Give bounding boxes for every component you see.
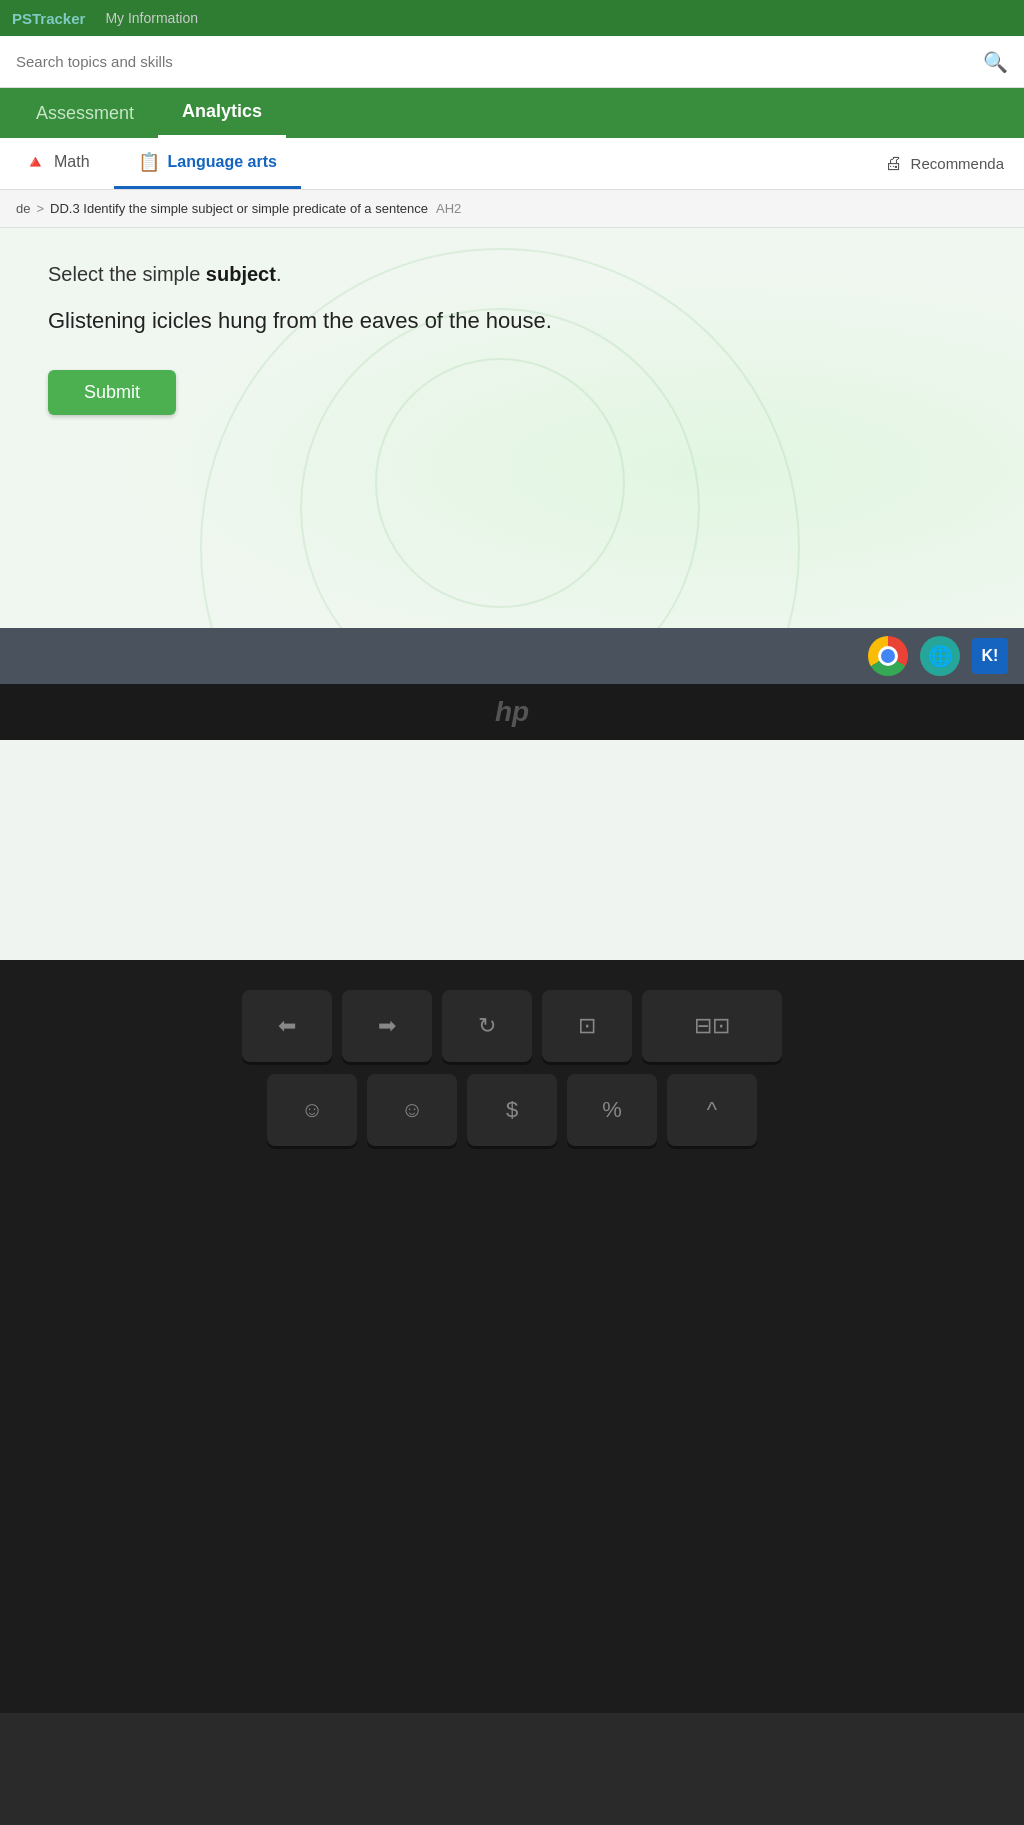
chrome-icon[interactable] [868,636,908,676]
search-input[interactable] [16,53,975,70]
decorative-background [0,228,1024,628]
key-back[interactable]: ⬅ [242,990,332,1062]
tab-analytics[interactable]: Analytics [158,88,286,138]
key-emoji-1[interactable]: ☺ [267,1074,357,1146]
tab-recommendations[interactable]: 🖨 Recommenda [865,138,1024,189]
nav-tabs: Assessment Analytics [0,88,1024,138]
key-forward[interactable]: ➡ [342,990,432,1062]
prompt-after: . [276,263,282,285]
tab-language-arts-label: Language arts [168,153,277,171]
subject-tabs: 🔺 Math 📋 Language arts 🖨 Recommenda [0,138,1024,190]
breadcrumb-skill[interactable]: DD.3 Identify the simple subject or simp… [50,201,428,216]
screen: PSTracker My Information 🔍 Assessment An… [0,0,1024,960]
key-emoji-2[interactable]: ☺ [367,1074,457,1146]
math-icon: 🔺 [24,151,46,173]
keyboard-area: ⬅ ➡ ↻ ⊡ ⊟⊡ ☺ ☺ $ % ^ [0,960,1024,1713]
dec-circle-1 [200,248,800,628]
key-percent[interactable]: % [567,1074,657,1146]
keyboard-row-2: ☺ ☺ $ % ^ [267,1074,757,1146]
tab-math-label: Math [54,153,90,171]
main-content: Select the simple subject. Glistening ic… [0,228,1024,628]
recommend-icon: 🖨 [885,153,903,174]
prompt-before: Select the simple [48,263,206,285]
key-dollar[interactable]: $ [467,1074,557,1146]
question-sentence: Glistening icicles hung from the eaves o… [48,308,976,334]
language-arts-icon: 📋 [138,151,160,173]
search-icon[interactable]: 🔍 [983,50,1008,74]
edu-browser-icon[interactable]: 🌐 [920,636,960,676]
top-bar: PSTracker My Information [0,0,1024,36]
submit-button[interactable]: Submit [48,370,176,415]
k-app-icon[interactable]: K! [972,638,1008,674]
tab-math[interactable]: 🔺 Math [0,138,114,189]
keyboard-row-1: ⬅ ➡ ↻ ⊡ ⊟⊡ [242,990,782,1062]
laptop-bezel: hp [0,684,1024,740]
tab-assessment[interactable]: Assessment [12,88,158,138]
recommend-label: Recommenda [911,155,1004,172]
key-caret[interactable]: ^ [667,1074,757,1146]
dec-circle-2 [300,308,700,628]
tab-language-arts[interactable]: 📋 Language arts [114,138,301,189]
edu-icon-glyph: 🌐 [928,644,953,668]
breadcrumb: de > DD.3 Identify the simple subject or… [0,190,1024,228]
key-window-switch[interactable]: ⊟⊡ [642,990,782,1062]
search-bar: 🔍 [0,36,1024,88]
top-nav-link[interactable]: My Information [105,10,198,26]
prompt-bold: subject [206,263,276,285]
breadcrumb-code: AH2 [436,201,461,216]
brand-logo: PSTracker [12,10,85,27]
taskbar: 🌐 K! [0,628,1024,684]
question-prompt: Select the simple subject. [48,260,976,288]
dec-circle-3 [375,358,625,608]
key-fullscreen[interactable]: ⊡ [542,990,632,1062]
hp-logo: hp [495,696,529,728]
key-refresh[interactable]: ↻ [442,990,532,1062]
breadcrumb-prefix: de [16,201,30,216]
breadcrumb-separator: > [36,201,44,216]
